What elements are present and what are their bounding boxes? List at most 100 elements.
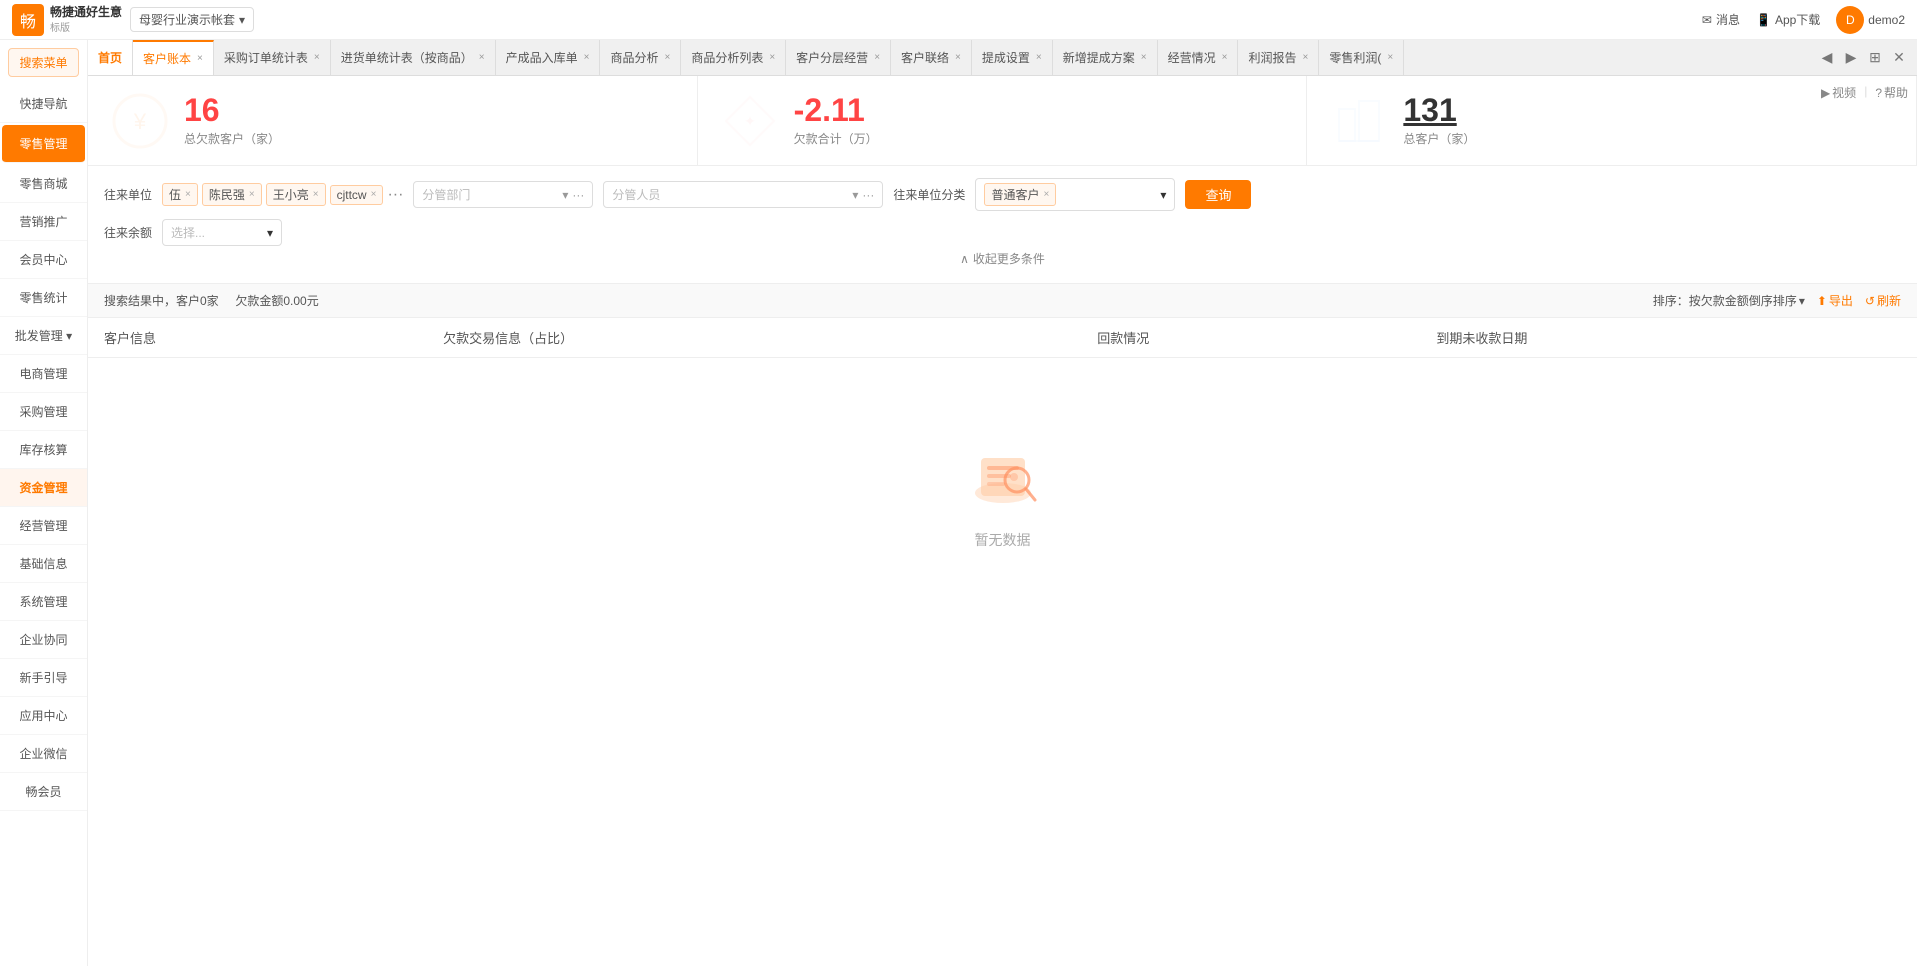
tab-next-button[interactable]: ▶ bbox=[1841, 48, 1861, 68]
filter-tag-1: 陈民强 × bbox=[202, 183, 262, 206]
svg-text:✦: ✦ bbox=[744, 113, 756, 129]
query-button[interactable]: 查询 bbox=[1185, 180, 1251, 209]
refresh-button[interactable]: ↺ 刷新 bbox=[1865, 292, 1901, 309]
filter-tag-close-2[interactable]: × bbox=[313, 189, 319, 200]
tab-operations[interactable]: 经营情况 × bbox=[1158, 40, 1239, 76]
filter-more-button[interactable]: ··· bbox=[387, 186, 403, 204]
sidebar-item-inventory[interactable]: 库存核算 bbox=[0, 431, 87, 469]
page-content: ¥ 16 总欠款客户（家） ✦ bbox=[88, 76, 1917, 966]
collapse-button[interactable]: ∧ 收起更多条件 bbox=[952, 250, 1053, 267]
app-download-button[interactable]: 📱 App下载 bbox=[1756, 11, 1820, 28]
tab-close-icon[interactable]: × bbox=[1141, 52, 1147, 63]
tab-retail-profit[interactable]: 零售利润( × bbox=[1319, 40, 1404, 76]
unit-filter-label: 往来单位 bbox=[104, 186, 152, 203]
tab-close-icon[interactable]: × bbox=[479, 52, 485, 63]
user-menu[interactable]: D demo2 bbox=[1836, 6, 1905, 34]
unit-class-tag: 普通客户 × bbox=[984, 183, 1056, 206]
tab-bar: 首页 客户账本 × 采购订单统计表 × 进货单统计表（按商品） × 产成品入库单… bbox=[88, 40, 1917, 76]
stat-value-customers: 16 bbox=[184, 94, 280, 126]
tab-close-icon[interactable]: × bbox=[584, 52, 590, 63]
sidebar-item-system[interactable]: 系统管理 bbox=[0, 583, 87, 621]
logo-sub: 标版 bbox=[50, 19, 122, 34]
tab-bar-end: ◀ ▶ ⊞ ✕ bbox=[1817, 48, 1917, 68]
tab-profit-report[interactable]: 利润报告 × bbox=[1238, 40, 1319, 76]
filter-tag-close-0[interactable]: × bbox=[185, 189, 191, 200]
sidebar-item-enterprise[interactable]: 企业协同 bbox=[0, 621, 87, 659]
sidebar-item-app-center[interactable]: 应用中心 bbox=[0, 697, 87, 735]
filter-tags-unit: 伍 × 陈民强 × 王小亮 × cjttcw × bbox=[162, 183, 403, 206]
tab-commission-settings[interactable]: 提成设置 × bbox=[972, 40, 1053, 76]
expand-icon: ··· bbox=[572, 188, 584, 202]
content-area: 首页 客户账本 × 采购订单统计表 × 进货单统计表（按商品） × 产成品入库单… bbox=[88, 40, 1917, 966]
sidebar: 搜索菜单 快捷导航 零售管理 零售商城 营销推广 会员中心 零售统计 批发管理 … bbox=[0, 40, 88, 966]
chevron-down-icon: ▾ bbox=[66, 329, 72, 343]
stat-value-total: 131 bbox=[1403, 94, 1475, 126]
tab-product-analysis[interactable]: 商品分析 × bbox=[600, 40, 681, 76]
dept-select[interactable]: 分管部门 ▾ ··· bbox=[413, 181, 593, 208]
export-button[interactable]: ⬆ 导出 bbox=[1817, 292, 1853, 309]
search-menu-button[interactable]: 搜索菜单 bbox=[8, 48, 79, 77]
tab-purchase-order[interactable]: 采购订单统计表 × bbox=[214, 40, 331, 76]
empty-state: 暂无数据 bbox=[88, 358, 1917, 630]
tab-prev-button[interactable]: ◀ bbox=[1817, 48, 1837, 68]
export-icon: ⬆ bbox=[1817, 294, 1827, 308]
filter-tag-close-1[interactable]: × bbox=[249, 189, 255, 200]
sidebar-item-finance[interactable]: 资金管理 bbox=[0, 469, 87, 507]
tab-customer-ledger[interactable]: 客户账本 × bbox=[133, 40, 214, 76]
sidebar-item-purchase[interactable]: 采购管理 bbox=[0, 393, 87, 431]
chevron-down-icon: ▾ bbox=[562, 188, 568, 202]
tab-close-icon[interactable]: × bbox=[314, 52, 320, 63]
tab-customer-tier[interactable]: 客户分层经营 × bbox=[786, 40, 891, 76]
sidebar-item-marketing[interactable]: 营销推广 bbox=[0, 203, 87, 241]
person-select[interactable]: 分管人员 ▾ ··· bbox=[603, 181, 883, 208]
sidebar-item-chang-member[interactable]: 畅会员 bbox=[0, 773, 87, 811]
tab-close-icon[interactable]: × bbox=[955, 52, 961, 63]
tab-product-analysis-list[interactable]: 商品分析列表 × bbox=[681, 40, 786, 76]
tab-customer-contact[interactable]: 客户联络 × bbox=[891, 40, 972, 76]
data-table: 客户信息 欠款交易信息（占比） 回款情况 到期未收款日期 bbox=[88, 318, 1917, 358]
tab-home[interactable]: 首页 bbox=[88, 40, 133, 76]
tab-close-icon[interactable]: × bbox=[1222, 52, 1228, 63]
filter-area: 往来单位 伍 × 陈民强 × 王小亮 × bbox=[88, 166, 1917, 284]
sidebar-item-member[interactable]: 会员中心 bbox=[0, 241, 87, 279]
balance-input[interactable]: 选择... ▾ bbox=[162, 219, 282, 246]
sidebar-item-wholesale[interactable]: 批发管理 ▾ bbox=[0, 317, 87, 355]
tab-close-icon[interactable]: × bbox=[874, 52, 880, 63]
tab-close-icon[interactable]: × bbox=[664, 52, 670, 63]
stat-card-info-customers: 16 总欠款客户（家） bbox=[184, 94, 280, 147]
unit-class-tag-close[interactable]: × bbox=[1043, 189, 1049, 200]
tab-add-commission[interactable]: 新增提成方案 × bbox=[1053, 40, 1158, 76]
video-button[interactable]: ▶ 视频 bbox=[1821, 84, 1856, 101]
messages-button[interactable]: ✉ 消息 bbox=[1702, 11, 1740, 28]
sidebar-item-retail-stats[interactable]: 零售统计 bbox=[0, 279, 87, 317]
tab-close-icon[interactable]: × bbox=[1302, 52, 1308, 63]
sidebar-item-retail[interactable]: 零售管理 bbox=[2, 125, 85, 163]
sidebar-item-base-info[interactable]: 基础信息 bbox=[0, 545, 87, 583]
tab-close-icon[interactable]: × bbox=[1036, 52, 1042, 63]
col-customer-info: 客户信息 bbox=[88, 318, 427, 358]
account-selector[interactable]: 母婴行业演示帐套 ▾ bbox=[130, 7, 254, 32]
sidebar-item-newbie[interactable]: 新手引导 bbox=[0, 659, 87, 697]
collapse-row: ∧ 收起更多条件 bbox=[104, 246, 1901, 271]
tab-finished-goods[interactable]: 产成品入库单 × bbox=[496, 40, 601, 76]
sidebar-item-ecommerce[interactable]: 电商管理 bbox=[0, 355, 87, 393]
tab-close-icon[interactable]: × bbox=[769, 52, 775, 63]
chevron-down-icon: ▾ bbox=[1799, 294, 1805, 308]
stat-card-total: 131 总客户（家） ▶ 视频 | ? 帮助 bbox=[1307, 76, 1917, 165]
tab-close-icon[interactable]: × bbox=[197, 53, 203, 64]
tab-expand-button[interactable]: ⊞ bbox=[1865, 48, 1885, 68]
svg-text:¥: ¥ bbox=[133, 109, 147, 134]
sidebar-item-wechat[interactable]: 企业微信 bbox=[0, 735, 87, 773]
sidebar-item-mall[interactable]: 零售商城 bbox=[0, 165, 87, 203]
chevron-down-icon: ▾ bbox=[239, 13, 245, 27]
top-bar: 畅 畅捷通好生意 标版 母婴行业演示帐套 ▾ ✉ 消息 📱 App下载 D de… bbox=[0, 0, 1917, 40]
filter-tag-close-3[interactable]: × bbox=[371, 189, 377, 200]
help-button[interactable]: ? 帮助 bbox=[1875, 84, 1908, 101]
tab-purchase-stats[interactable]: 进货单统计表（按商品） × bbox=[331, 40, 496, 76]
tab-close-icon[interactable]: × bbox=[1387, 52, 1393, 63]
sort-select[interactable]: 排序：按欠款金额倒序排序 ▾ bbox=[1653, 292, 1805, 309]
sidebar-item-quick-nav[interactable]: 快捷导航 bbox=[0, 85, 87, 123]
sidebar-item-operations[interactable]: 经营管理 bbox=[0, 507, 87, 545]
unit-class-select[interactable]: 普通客户 × ▾ bbox=[975, 178, 1175, 211]
tab-close-all-button[interactable]: ✕ bbox=[1889, 48, 1909, 68]
